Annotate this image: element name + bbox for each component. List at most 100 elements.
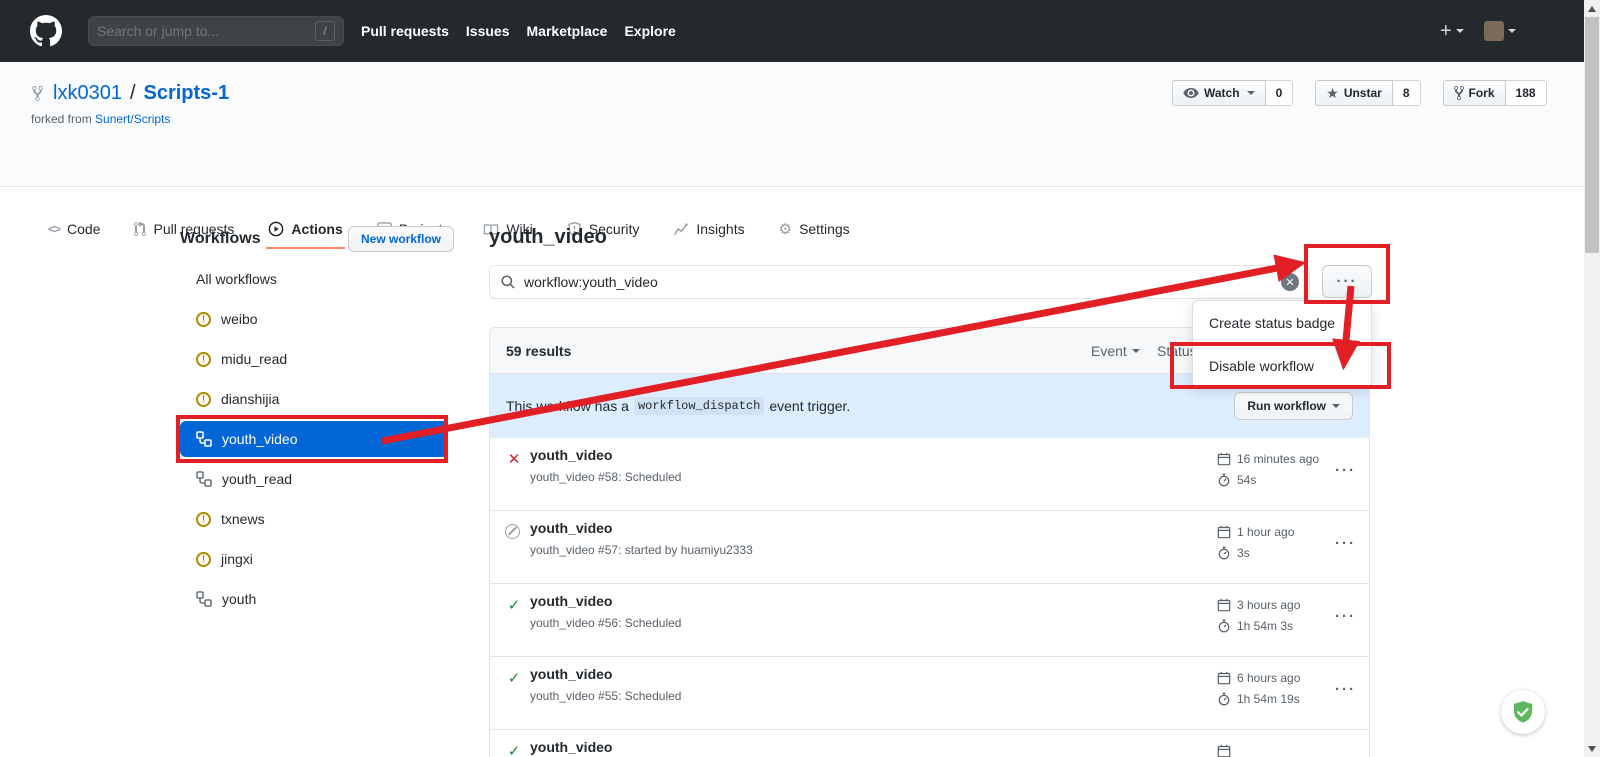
run-duration: 3s xyxy=(1237,546,1250,560)
workflow-runs-card: 59 results Event Status This workflow ha… xyxy=(489,327,1370,757)
sidebar-item-youth-read[interactable]: youth_read xyxy=(180,459,448,499)
sidebar-item-all-workflows[interactable]: All workflows xyxy=(180,259,448,299)
run-duration: 1h 54m 3s xyxy=(1237,619,1293,633)
fork-count[interactable]: 188 xyxy=(1506,80,1547,106)
gear-icon: ⚙ xyxy=(779,222,792,237)
run-title-link[interactable]: youth_video xyxy=(530,666,612,682)
search-icon xyxy=(500,274,516,290)
tab-settings[interactable]: ⚙ Settings xyxy=(777,211,852,249)
run-meta: 1 hour ago 3s xyxy=(1217,521,1294,563)
workflow-icon xyxy=(196,431,212,447)
tab-code[interactable]: <> Code xyxy=(46,211,102,249)
run-meta: 16 minutes ago 54s xyxy=(1217,448,1319,490)
tab-actions[interactable]: Actions xyxy=(266,211,344,249)
run-time: 1 hour ago xyxy=(1237,525,1294,539)
sidebar-item-label: jingxi xyxy=(221,551,253,567)
failure-icon: ✕ xyxy=(505,450,523,468)
primary-nav-links: Pull requests Issues Marketplace Explore xyxy=(361,0,676,62)
banner-code: workflow_dispatch xyxy=(634,397,764,415)
global-search-box[interactable]: / xyxy=(88,16,344,46)
chevron-down-icon xyxy=(1132,349,1140,353)
run-options-kebab[interactable]: ··· xyxy=(1335,462,1356,479)
run-title-link[interactable]: youth_video xyxy=(530,593,612,609)
workflow-search-input[interactable] xyxy=(524,274,1273,290)
run-meta: 3 hours ago 1h 54m 3s xyxy=(1217,594,1300,636)
sidebar-item-midu-read[interactable]: ! midu_read xyxy=(180,339,448,379)
user-menu-dropdown[interactable] xyxy=(1484,21,1516,41)
success-check-icon: ✓ xyxy=(505,596,523,614)
sidebar-item-dianshijia[interactable]: ! dianshijia xyxy=(180,379,448,419)
cancelled-icon xyxy=(505,524,520,539)
sidebar-item-youth[interactable]: youth xyxy=(180,579,448,619)
tab-label: Insights xyxy=(696,221,744,237)
sidebar-item-weibo[interactable]: ! weibo xyxy=(180,299,448,339)
alert-icon: ! xyxy=(196,392,211,407)
stopwatch-icon xyxy=(1217,619,1231,633)
tab-label: Actions xyxy=(291,221,342,237)
workflow-run-row: youth_video youth_video #57: started by … xyxy=(490,511,1369,584)
watch-label: Watch xyxy=(1204,86,1240,100)
results-count: 59 results xyxy=(506,343,571,359)
repo-name-separator: / xyxy=(130,82,136,105)
menu-item-create-status-badge[interactable]: Create status badge xyxy=(1193,301,1371,344)
nav-link-pull-requests[interactable]: Pull requests xyxy=(361,23,449,39)
clear-search-icon[interactable]: ✕ xyxy=(1281,273,1299,291)
nav-link-marketplace[interactable]: Marketplace xyxy=(527,23,608,39)
avatar xyxy=(1484,21,1504,41)
global-search-input[interactable] xyxy=(97,23,315,39)
run-title-link[interactable]: youth_video xyxy=(530,739,612,755)
alert-icon: ! xyxy=(196,352,211,367)
nav-link-issues[interactable]: Issues xyxy=(466,23,510,39)
calendar-icon xyxy=(1217,525,1231,539)
fork-button[interactable]: Fork xyxy=(1443,80,1506,106)
run-time: 3 hours ago xyxy=(1237,598,1300,612)
scrollbar-down-arrow[interactable] xyxy=(1584,740,1600,757)
workflow-run-row: ✓ youth_video ··· xyxy=(490,730,1369,757)
adguard-shield-badge[interactable] xyxy=(1501,690,1545,734)
run-options-kebab[interactable]: ··· xyxy=(1335,535,1356,552)
tab-insights[interactable]: Insights xyxy=(671,211,746,249)
workflow-search-box[interactable]: ✕ xyxy=(489,265,1310,299)
forked-from-link[interactable]: Sunert/Scripts xyxy=(95,112,170,126)
sidebar-item-label: txnews xyxy=(221,511,265,527)
chevron-down-icon xyxy=(1247,91,1255,95)
unstar-button[interactable]: ★ Unstar xyxy=(1315,80,1393,106)
sidebar-item-txnews[interactable]: ! txnews xyxy=(180,499,448,539)
watch-button[interactable]: Watch xyxy=(1172,80,1266,106)
github-logo-icon[interactable] xyxy=(30,15,62,47)
run-meta: 6 hours ago 1h 54m 19s xyxy=(1217,667,1300,709)
run-time: 6 hours ago xyxy=(1237,671,1300,685)
stopwatch-icon xyxy=(1217,546,1231,560)
repo-social-actions: Watch 0 ★ Unstar 8 Fork 188 xyxy=(1172,80,1547,106)
run-title-link[interactable]: youth_video xyxy=(530,520,612,536)
sidebar-item-jingxi[interactable]: ! jingxi xyxy=(180,539,448,579)
stopwatch-icon xyxy=(1217,692,1231,706)
watch-count[interactable]: 0 xyxy=(1266,80,1294,106)
scrollbar-up-arrow[interactable] xyxy=(1584,0,1600,17)
run-title-link[interactable]: youth_video xyxy=(530,447,612,463)
repo-owner-link[interactable]: lxk0301 xyxy=(53,82,122,105)
event-filter-dropdown[interactable]: Event xyxy=(1091,343,1140,359)
nav-link-explore[interactable]: Explore xyxy=(624,23,675,39)
run-options-kebab[interactable]: ··· xyxy=(1335,681,1356,698)
star-icon: ★ xyxy=(1326,86,1339,100)
top-navigation-bar: / Pull requests Issues Marketplace Explo… xyxy=(0,0,1600,62)
repo-name-link[interactable]: Scripts-1 xyxy=(144,82,230,105)
workflow-options-menu: Create status badge Disable workflow xyxy=(1192,300,1372,388)
run-options-kebab[interactable]: ··· xyxy=(1335,608,1356,625)
star-count[interactable]: 8 xyxy=(1393,80,1421,106)
tab-label: Settings xyxy=(799,221,850,237)
scrollbar-thumb[interactable] xyxy=(1585,17,1599,253)
run-workflow-button[interactable]: Run workflow xyxy=(1234,392,1353,420)
alert-icon: ! xyxy=(196,312,211,327)
plus-icon: + xyxy=(1440,21,1452,41)
play-icon xyxy=(268,221,284,237)
new-workflow-button[interactable]: New workflow xyxy=(348,226,454,252)
fork-label: Fork xyxy=(1469,86,1495,100)
star-button-group: ★ Unstar 8 xyxy=(1315,80,1420,106)
menu-item-disable-workflow[interactable]: Disable workflow xyxy=(1193,344,1371,387)
sidebar-item-label: weibo xyxy=(221,311,258,327)
create-new-dropdown[interactable]: + xyxy=(1440,21,1464,41)
page-title: youth_video xyxy=(489,226,607,249)
sidebar-item-youth-video[interactable]: youth_video xyxy=(180,421,448,457)
